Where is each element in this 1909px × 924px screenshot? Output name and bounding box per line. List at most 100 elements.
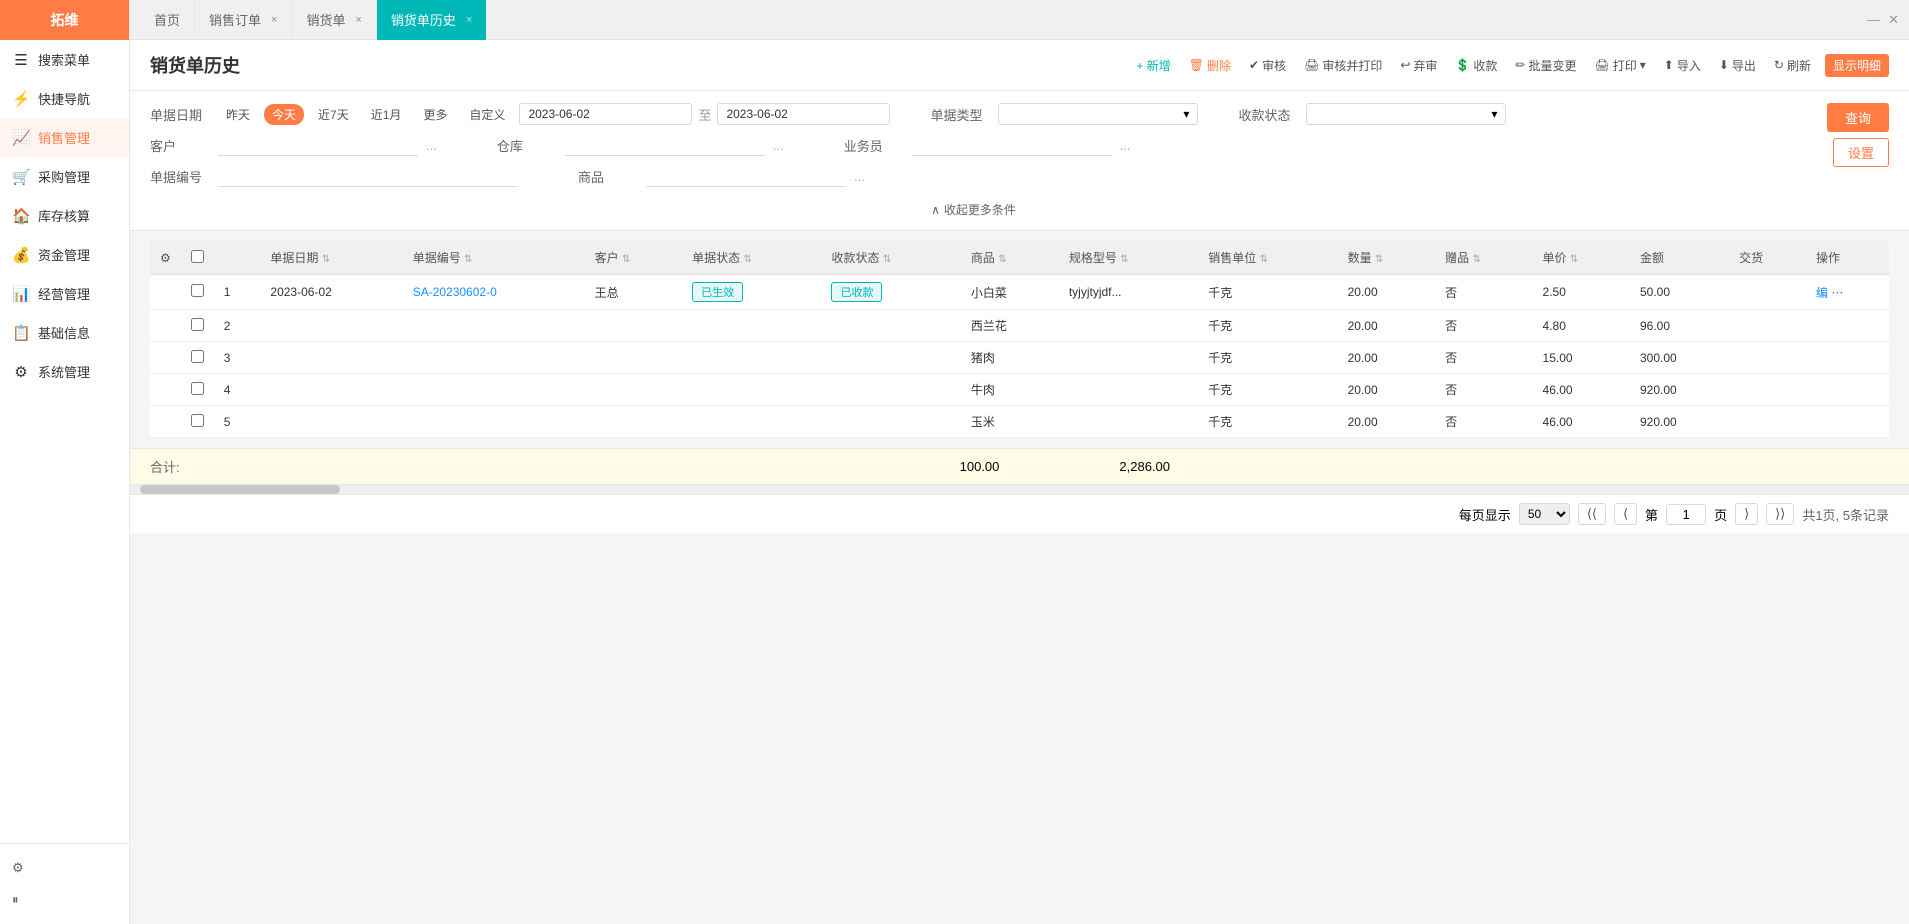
- sidebar-item-system-mgmt[interactable]: ⚙ 系统管理: [0, 352, 129, 391]
- warehouse-input[interactable]: [565, 135, 765, 156]
- col-doc-number[interactable]: 单据编号 ⇅: [403, 241, 585, 275]
- filter-collapse[interactable]: ∧ 收起更多条件: [150, 197, 1797, 218]
- tab-bar-right: — ✕: [1867, 12, 1899, 28]
- col-quantity[interactable]: 数量 ⇅: [1338, 241, 1435, 275]
- first-page-button[interactable]: ⟨⟨: [1578, 503, 1606, 525]
- row-checkbox-2[interactable]: [191, 350, 204, 363]
- refresh-button[interactable]: ↻ 刷新: [1770, 55, 1815, 76]
- cell-customer: 王总: [585, 275, 682, 310]
- select-all-checkbox[interactable]: [191, 250, 204, 263]
- goods-input[interactable]: [646, 166, 846, 187]
- sidebar-item-sales-mgmt[interactable]: 📈 销售管理: [0, 118, 129, 157]
- sidebar-item-quick-nav[interactable]: ⚡ 快捷导航: [0, 79, 129, 118]
- filter-actions: 查询 设置: [1827, 103, 1889, 167]
- print-button[interactable]: 🖨 打印 ▾: [1590, 55, 1649, 76]
- customer-dots[interactable]: ...: [426, 138, 437, 153]
- sidebar-item-purchase-mgmt[interactable]: 🛒 采购管理: [0, 157, 129, 196]
- refresh-icon: ↻: [1774, 58, 1784, 72]
- col-sales-unit[interactable]: 销售单位 ⇅: [1198, 241, 1337, 275]
- col-spec-type[interactable]: 规格型号 ⇅: [1059, 241, 1198, 275]
- page-number-input[interactable]: [1666, 504, 1706, 525]
- cell-receipt-status: 已收款: [821, 275, 960, 310]
- export-button[interactable]: ⬇ 导出: [1715, 55, 1760, 76]
- tab-sales-delivery[interactable]: 销货单 ×: [292, 0, 376, 40]
- new-button[interactable]: + 新增: [1132, 55, 1174, 76]
- abandon-button[interactable]: ↩ 弃审: [1396, 55, 1441, 76]
- sidebar-item-inventory[interactable]: 🏠 库存核算: [0, 196, 129, 235]
- last-page-button[interactable]: ⟩⟩: [1766, 503, 1794, 525]
- row-checkbox-4[interactable]: [191, 414, 204, 427]
- query-button[interactable]: 查询: [1827, 103, 1889, 132]
- show-detail-button[interactable]: 显示明细: [1825, 54, 1889, 77]
- cell-doc-status: [682, 342, 821, 374]
- sidebar-item-finance-mgmt[interactable]: 💰 资金管理: [0, 235, 129, 274]
- doc-number-link[interactable]: SA-20230602-0: [413, 285, 497, 299]
- review-button[interactable]: ✔ 审核: [1245, 55, 1290, 76]
- date-chip-7days[interactable]: 近7天: [310, 104, 357, 125]
- prev-page-button[interactable]: ⟨: [1614, 503, 1637, 525]
- warehouse-dots[interactable]: ...: [773, 138, 784, 153]
- goods-dots[interactable]: ...: [854, 169, 865, 184]
- date-to-input[interactable]: [717, 103, 890, 125]
- row-checkbox-1[interactable]: [191, 318, 204, 331]
- salesperson-dots[interactable]: ...: [1120, 138, 1131, 153]
- sidebar-bottom-pause[interactable]: ⏸: [0, 884, 129, 916]
- col-doc-status[interactable]: 单据状态 ⇅: [682, 241, 821, 275]
- review-print-button[interactable]: 🖨 审核并打印: [1300, 55, 1386, 76]
- tab-sales-history[interactable]: 销货单历史 ×: [377, 0, 487, 40]
- sidebar-item-operations-mgmt[interactable]: 📊 经营管理: [0, 274, 129, 313]
- sidebar-item-basic-info[interactable]: 📋 基础信息: [0, 313, 129, 352]
- date-chip-custom[interactable]: 自定义: [461, 104, 513, 125]
- date-chip-1month[interactable]: 近1月: [363, 104, 410, 125]
- date-chip-more[interactable]: 更多: [415, 104, 455, 125]
- col-goods[interactable]: 商品 ⇅: [961, 241, 1059, 275]
- delete-button[interactable]: 🗑 删除: [1185, 55, 1235, 76]
- sidebar-bottom-settings[interactable]: ⚙: [0, 852, 129, 884]
- edit-action[interactable]: 编: [1816, 286, 1828, 300]
- page-size-label: 每页显示: [1459, 505, 1511, 524]
- collect-button[interactable]: 💲 收款: [1451, 55, 1501, 76]
- cell-customer: [585, 342, 682, 374]
- settings-button[interactable]: 设置: [1833, 138, 1889, 167]
- col-gift[interactable]: 赠品 ⇅: [1435, 241, 1532, 275]
- tab-sales-history-close[interactable]: ×: [466, 14, 472, 26]
- tab-sales-delivery-close[interactable]: ×: [355, 14, 361, 26]
- tab-minimize-icon[interactable]: —: [1867, 12, 1880, 27]
- doc-type-select[interactable]: ▾: [998, 103, 1198, 125]
- cell-checkbox: [181, 406, 214, 438]
- cell-customer: [585, 310, 682, 342]
- next-page-button[interactable]: ⟩: [1735, 503, 1758, 525]
- tab-sales-order-label: 销售订单: [209, 10, 261, 29]
- doc-number-input[interactable]: [218, 166, 518, 187]
- receipt-status-badge: 已收款: [831, 282, 882, 302]
- col-customer[interactable]: 客户 ⇅: [585, 241, 682, 275]
- batch-change-button[interactable]: ✏ 批量变更: [1511, 55, 1580, 76]
- col-settings[interactable]: ⚙: [150, 241, 181, 275]
- date-chip-today[interactable]: 今天: [264, 104, 304, 125]
- date-from-input[interactable]: [519, 103, 692, 125]
- date-chip-yesterday[interactable]: 昨天: [218, 104, 258, 125]
- scrollbar-row[interactable]: [130, 484, 1909, 494]
- salesperson-input[interactable]: [912, 135, 1112, 156]
- purchase-mgmt-icon: 🛒: [12, 168, 30, 186]
- tab-home[interactable]: 首页: [140, 0, 195, 40]
- sidebar-item-search-menu[interactable]: ☰ 搜索菜单: [0, 40, 129, 79]
- row-checkbox-3[interactable]: [191, 382, 204, 395]
- col-doc-date[interactable]: 单据日期 ⇅: [260, 241, 402, 275]
- cell-quantity: 20.00: [1338, 275, 1435, 310]
- customer-input[interactable]: [218, 135, 418, 156]
- col-unit-price[interactable]: 单价 ⇅: [1533, 241, 1630, 275]
- warehouse-label: 仓库: [497, 136, 557, 155]
- tab-sales-order-close[interactable]: ×: [271, 14, 277, 26]
- receipt-status-select[interactable]: ▾: [1306, 103, 1506, 125]
- cell-sales-unit: 千克: [1198, 374, 1337, 406]
- tab-sales-order[interactable]: 销售订单 ×: [195, 0, 292, 40]
- cell-unit-price: 4.80: [1533, 310, 1630, 342]
- page-size-select[interactable]: 50 100 200: [1519, 503, 1570, 525]
- import-button[interactable]: ⬆ 导入: [1660, 55, 1705, 76]
- basic-info-icon: 📋: [12, 324, 30, 342]
- row-checkbox-0[interactable]: [191, 284, 204, 297]
- tab-close-all-icon[interactable]: ✕: [1888, 12, 1899, 28]
- col-receipt-status[interactable]: 收款状态 ⇅: [821, 241, 960, 275]
- more-action[interactable]: ⋯: [1831, 286, 1843, 300]
